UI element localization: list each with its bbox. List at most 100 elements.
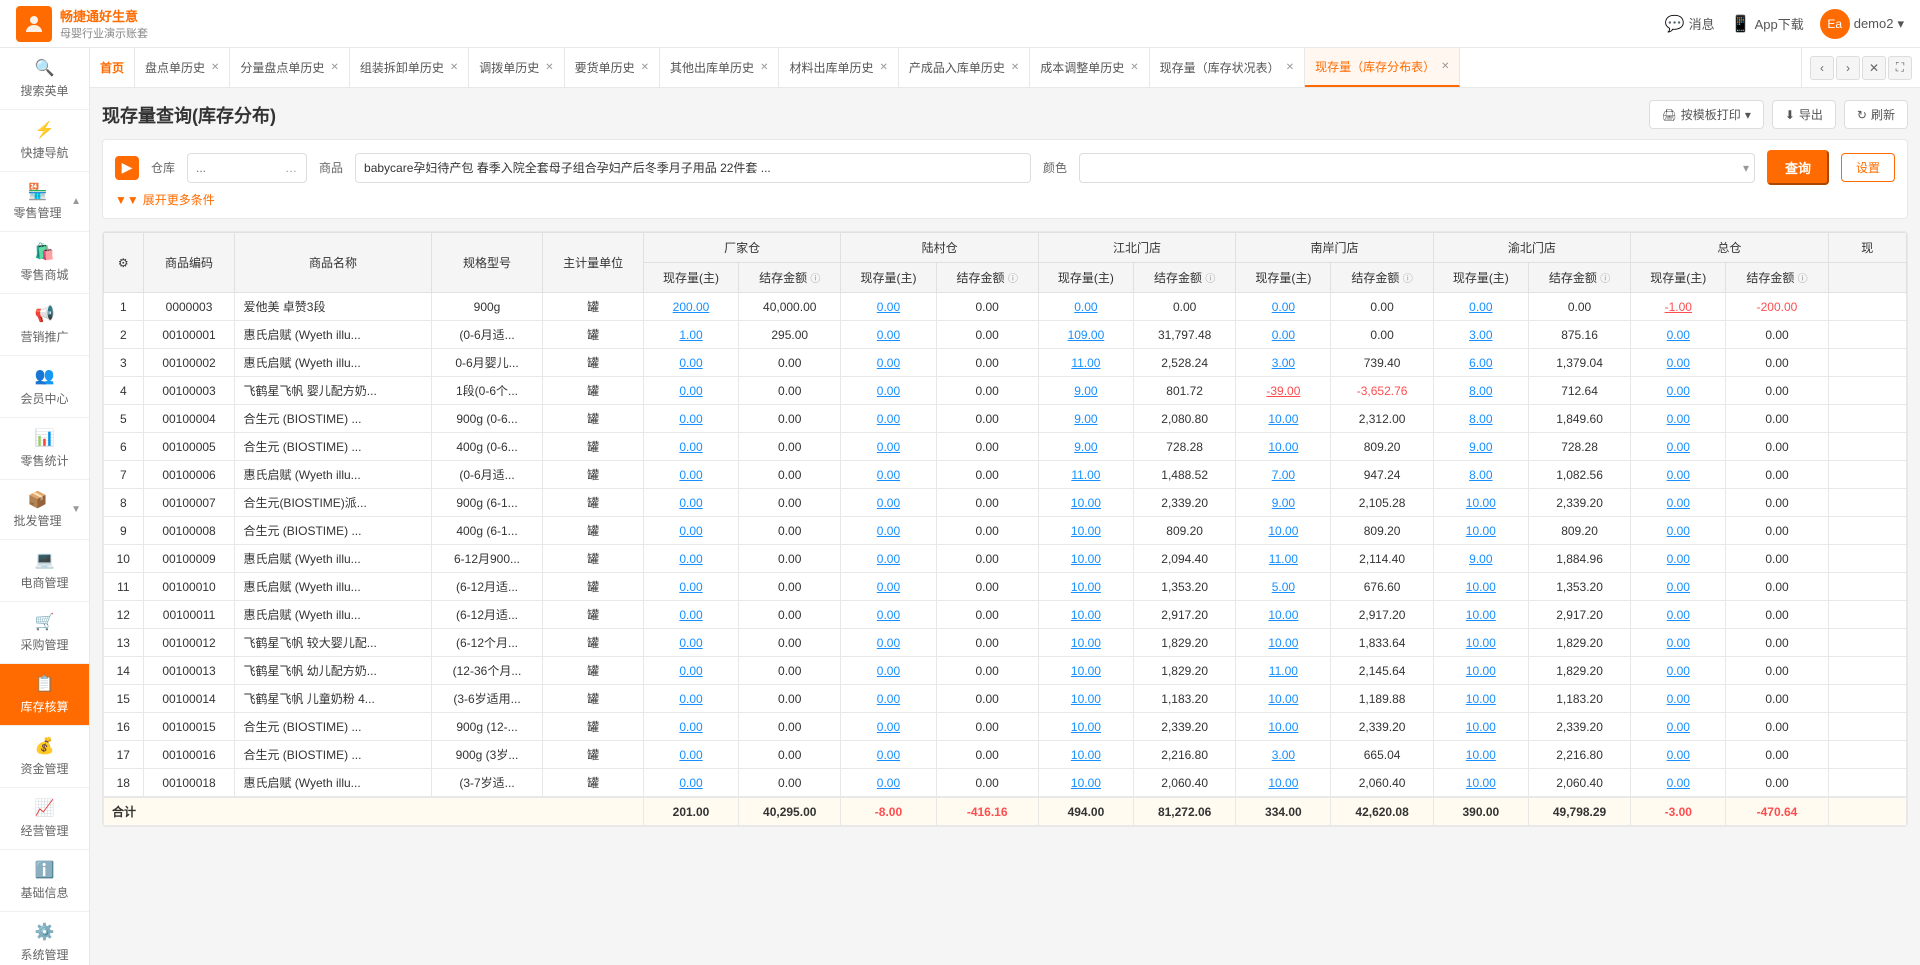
cell-total-stock[interactable]: 0.00 bbox=[1631, 629, 1726, 657]
cell-yb-stock[interactable]: 9.00 bbox=[1433, 545, 1528, 573]
tab-other-out[interactable]: 其他出库单历史 ✕ bbox=[660, 48, 779, 87]
cell-total-stock[interactable]: 0.00 bbox=[1631, 517, 1726, 545]
tab-home[interactable]: 首页 bbox=[90, 48, 135, 87]
cell-yb-stock[interactable]: 10.00 bbox=[1433, 741, 1528, 769]
cell-land-stock[interactable]: 0.00 bbox=[841, 321, 936, 349]
cell-fc-stock[interactable]: 0.00 bbox=[643, 377, 738, 405]
tab-close-icon[interactable]: ✕ bbox=[760, 62, 768, 73]
cell-yb-stock[interactable]: 10.00 bbox=[1433, 489, 1528, 517]
sidebar-item-ecom[interactable]: 💻 电商管理 bbox=[0, 540, 89, 602]
app-download-btn[interactable]: 📱 App下载 bbox=[1731, 14, 1804, 34]
cell-jb-stock[interactable]: 10.00 bbox=[1038, 713, 1133, 741]
cell-land-stock[interactable]: 0.00 bbox=[841, 377, 936, 405]
tab-product-in[interactable]: 产成品入库单历史 ✕ bbox=[899, 48, 1030, 87]
cell-fc-stock[interactable]: 0.00 bbox=[643, 685, 738, 713]
info-icon-land[interactable]: ⓘ bbox=[1008, 274, 1018, 285]
cell-yb-stock[interactable]: 10.00 bbox=[1433, 769, 1528, 798]
cell-yb-stock[interactable]: 10.00 bbox=[1433, 685, 1528, 713]
tab-purchase-order[interactable]: 要货单历史 ✕ bbox=[565, 48, 660, 87]
cell-fc-stock[interactable]: 0.00 bbox=[643, 489, 738, 517]
cell-yb-stock[interactable]: 10.00 bbox=[1433, 629, 1528, 657]
cell-jb-stock[interactable]: 10.00 bbox=[1038, 685, 1133, 713]
print-btn[interactable]: 🖨 按模板打印 ▾ bbox=[1649, 100, 1764, 129]
cell-fc-stock[interactable]: 0.00 bbox=[643, 601, 738, 629]
info-icon-fc[interactable]: ⓘ bbox=[810, 274, 820, 285]
cell-yb-stock[interactable]: 8.00 bbox=[1433, 461, 1528, 489]
tab-close-icon[interactable]: ✕ bbox=[330, 62, 338, 73]
cell-land-stock[interactable]: 0.00 bbox=[841, 713, 936, 741]
cell-total-stock[interactable]: 0.00 bbox=[1631, 433, 1726, 461]
product-input[interactable] bbox=[355, 153, 1031, 183]
info-icon-yb[interactable]: ⓘ bbox=[1600, 274, 1610, 285]
cell-jb-stock[interactable]: 9.00 bbox=[1038, 433, 1133, 461]
cell-yb-stock[interactable]: 8.00 bbox=[1433, 405, 1528, 433]
cell-yb-stock[interactable]: 8.00 bbox=[1433, 377, 1528, 405]
export-btn[interactable]: ⬇ 导出 bbox=[1772, 100, 1836, 129]
cell-yb-stock[interactable]: 10.00 bbox=[1433, 573, 1528, 601]
messages-btn[interactable]: 💬 消息 bbox=[1665, 14, 1715, 34]
cell-fc-stock[interactable]: 0.00 bbox=[643, 629, 738, 657]
cell-land-stock[interactable]: 0.00 bbox=[841, 629, 936, 657]
cell-jb-stock[interactable]: 10.00 bbox=[1038, 629, 1133, 657]
cell-total-stock[interactable]: 0.00 bbox=[1631, 685, 1726, 713]
cell-jb-stock[interactable]: 10.00 bbox=[1038, 489, 1133, 517]
cell-yb-stock[interactable]: 6.00 bbox=[1433, 349, 1528, 377]
cell-jb-stock[interactable]: 9.00 bbox=[1038, 405, 1133, 433]
tab-cost-adjust[interactable]: 成本调整单历史 ✕ bbox=[1030, 48, 1149, 87]
cell-na-stock[interactable]: 10.00 bbox=[1236, 629, 1331, 657]
tab-close-icon[interactable]: ✕ bbox=[1011, 62, 1019, 73]
cell-total-stock[interactable]: 0.00 bbox=[1631, 321, 1726, 349]
cell-fc-stock[interactable]: 0.00 bbox=[643, 769, 738, 798]
cell-na-stock[interactable]: 10.00 bbox=[1236, 433, 1331, 461]
cell-jb-stock[interactable]: 10.00 bbox=[1038, 517, 1133, 545]
refresh-btn[interactable]: ↻ 刷新 bbox=[1844, 100, 1908, 129]
sidebar-item-retail-shop[interactable]: 🛍️ 零售商城 bbox=[0, 232, 89, 294]
info-icon-total[interactable]: ⓘ bbox=[1798, 274, 1808, 285]
cell-land-stock[interactable]: 0.00 bbox=[841, 433, 936, 461]
cell-na-stock[interactable]: 9.00 bbox=[1236, 489, 1331, 517]
cell-na-stock[interactable]: 0.00 bbox=[1236, 293, 1331, 321]
cell-fc-stock[interactable]: 0.00 bbox=[643, 545, 738, 573]
cell-na-stock[interactable]: 5.00 bbox=[1236, 573, 1331, 601]
cell-total-stock[interactable]: 0.00 bbox=[1631, 657, 1726, 685]
cell-yb-stock[interactable]: 10.00 bbox=[1433, 713, 1528, 741]
sidebar-item-wholesale[interactable]: 📦 批发管理 ▼ bbox=[0, 480, 89, 540]
cell-total-stock[interactable]: 0.00 bbox=[1631, 405, 1726, 433]
tab-inventory-count[interactable]: 盘点单历史 ✕ bbox=[135, 48, 230, 87]
tab-close-icon[interactable]: ✕ bbox=[1286, 62, 1294, 73]
nav-next-btn[interactable]: › bbox=[1836, 56, 1860, 80]
cell-total-stock[interactable]: -1.00 bbox=[1631, 293, 1726, 321]
cell-total-stock[interactable]: 0.00 bbox=[1631, 769, 1726, 798]
query-btn[interactable]: 查询 bbox=[1767, 150, 1829, 185]
cell-na-stock[interactable]: 10.00 bbox=[1236, 713, 1331, 741]
cell-jb-stock[interactable]: 10.00 bbox=[1038, 769, 1133, 798]
sidebar-item-quick-nav[interactable]: ⚡ 快捷导航 bbox=[0, 110, 89, 172]
sidebar-item-inventory[interactable]: 📋 库存核算 bbox=[0, 664, 89, 726]
cell-total-stock[interactable]: 0.00 bbox=[1631, 573, 1726, 601]
sidebar-item-search[interactable]: 🔍 搜索英单 bbox=[0, 48, 89, 110]
cell-land-stock[interactable]: 0.00 bbox=[841, 461, 936, 489]
cell-land-stock[interactable]: 0.00 bbox=[841, 657, 936, 685]
cell-total-stock[interactable]: 0.00 bbox=[1631, 601, 1726, 629]
sidebar-item-basic-info[interactable]: ℹ️ 基础信息 bbox=[0, 850, 89, 912]
tab-assemble[interactable]: 组装拆卸单历史 ✕ bbox=[350, 48, 469, 87]
cell-land-stock[interactable]: 0.00 bbox=[841, 573, 936, 601]
nav-prev-btn[interactable]: ‹ bbox=[1810, 56, 1834, 80]
nav-expand-btn[interactable]: ⛶ bbox=[1888, 56, 1912, 80]
cell-na-stock[interactable]: 10.00 bbox=[1236, 405, 1331, 433]
cell-yb-stock[interactable]: 10.00 bbox=[1433, 517, 1528, 545]
cell-land-stock[interactable]: 0.00 bbox=[841, 293, 936, 321]
cell-jb-stock[interactable]: 10.00 bbox=[1038, 741, 1133, 769]
cell-na-stock[interactable]: 0.00 bbox=[1236, 321, 1331, 349]
cell-jb-stock[interactable]: 10.00 bbox=[1038, 573, 1133, 601]
cell-fc-stock[interactable]: 0.00 bbox=[643, 405, 738, 433]
cell-total-stock[interactable]: 0.00 bbox=[1631, 377, 1726, 405]
user-menu[interactable]: Ea demo2 ▾ bbox=[1820, 9, 1904, 39]
cell-jb-stock[interactable]: 11.00 bbox=[1038, 461, 1133, 489]
settings-btn[interactable]: 设置 bbox=[1841, 153, 1895, 182]
sidebar-item-marketing[interactable]: 📢 营销推广 bbox=[0, 294, 89, 356]
cell-yb-stock[interactable]: 0.00 bbox=[1433, 293, 1528, 321]
th-settings[interactable]: ⚙ bbox=[104, 233, 144, 293]
cell-fc-stock[interactable]: 0.00 bbox=[643, 517, 738, 545]
cell-jb-stock[interactable]: 11.00 bbox=[1038, 349, 1133, 377]
